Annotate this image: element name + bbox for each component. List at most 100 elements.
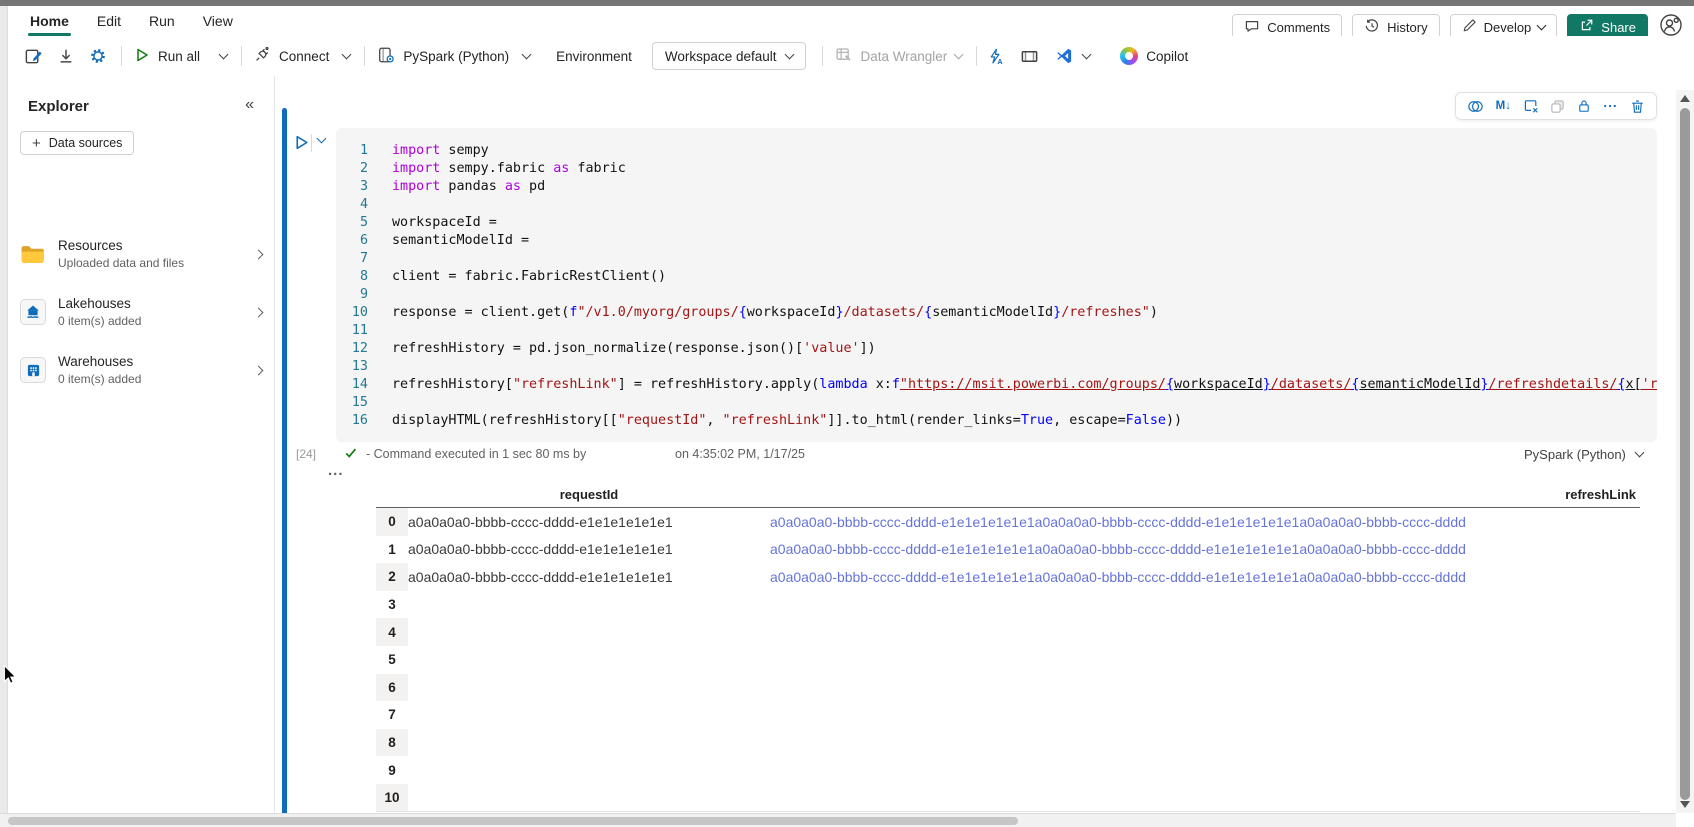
collapse-sidebar-icon[interactable]: « (245, 96, 254, 114)
lock-cell-icon[interactable] (1577, 99, 1591, 113)
line-number: 6 (359, 233, 368, 248)
code-line-11[interactable]: 11 (336, 322, 1657, 340)
code-line-14[interactable]: 14 refreshHistory["refreshLink"] = refres… (336, 376, 1657, 394)
tab-home[interactable]: Home (16, 6, 83, 36)
run-all-button[interactable]: Run all (134, 47, 229, 66)
more-options-icon[interactable] (1602, 98, 1618, 114)
export-icon[interactable] (24, 47, 43, 66)
tab-edit[interactable]: Edit (83, 6, 135, 36)
row-index: 3 (388, 597, 396, 613)
refresh-link-cell (770, 756, 1640, 784)
code-line-5[interactable]: 5 workspaceId = (336, 214, 1657, 232)
refresh-link[interactable]: a0a0a0a0-bbbb-cccc-dddd-e1e1e1e1e1e1a0a0… (770, 514, 1466, 530)
data-wrangler-icon (835, 46, 852, 66)
markdown-convert-icon[interactable]: M↓ (1496, 100, 1511, 112)
output-row-5: 5 (376, 646, 1640, 674)
notebook-language-icon (377, 46, 395, 67)
cell-toolbar: M↓ (1455, 92, 1657, 120)
data-wrangler-button[interactable]: Data Wrangler (835, 46, 964, 66)
resources-texts: Resources Uploaded data and files (50, 238, 255, 270)
share-icon (1579, 18, 1594, 36)
copilot-button[interactable]: Copilot (1120, 47, 1188, 65)
line-number: 3 (359, 179, 368, 194)
refresh-link-cell (770, 674, 1640, 702)
download-icon[interactable] (57, 47, 75, 65)
divider (364, 46, 366, 66)
code-line-9[interactable]: 9 (336, 286, 1657, 304)
output-row-3: 3 (376, 591, 1640, 619)
sidebar-item-warehouses[interactable]: Warehouses 0 item(s) added (20, 346, 264, 394)
language-picker-button[interactable]: PySpark (Python) (377, 46, 532, 67)
duplicate-icon[interactable] (1550, 99, 1565, 114)
output-more-indicator[interactable]: ... (328, 462, 344, 479)
scroll-down-arrow-icon[interactable] (1680, 801, 1690, 808)
tab-run[interactable]: Run (135, 6, 189, 36)
cell-language-selector[interactable]: PySpark (Python) (1524, 447, 1645, 462)
vertical-scrollbar-thumb[interactable] (1680, 108, 1690, 800)
line-number: 16 (351, 413, 368, 428)
code-line-8[interactable]: 8 client = fabric.FabricRestClient() (336, 268, 1657, 286)
language-label: PySpark (Python) (403, 48, 510, 64)
request-id-cell (408, 646, 770, 674)
sidebar-item-resources[interactable]: Resources Uploaded data and files (20, 230, 264, 278)
line-number: 8 (359, 269, 368, 284)
request-id-cell: a0a0a0a0-bbbb-cccc-dddd-e1e1e1e1e1e1 (408, 568, 673, 585)
copilot-cell-icon[interactable] (1467, 98, 1484, 115)
run-cell-button[interactable] (293, 134, 310, 156)
pencil-icon (1462, 18, 1477, 36)
output-row-7: 7 (376, 701, 1640, 729)
line-number: 9 (359, 287, 368, 302)
code-line-6[interactable]: 6 semanticModelId = (336, 232, 1657, 250)
code-line-16[interactable]: 16 displayHTML(refreshHistory[["requestId… (336, 412, 1657, 430)
code-line-15[interactable]: 15 (336, 394, 1657, 412)
code-line-10[interactable]: 10 response = client.get(f"/v1.0/myorg/gr… (336, 304, 1657, 322)
cell-collapse-chevron-icon[interactable] (316, 133, 327, 144)
request-id-cell (408, 756, 770, 784)
delete-cell-icon[interactable] (1630, 99, 1645, 114)
explorer-sidebar: Explorer « + Data sources Resources Uplo… (8, 76, 275, 813)
sidebar-item-lakehouses[interactable]: Lakehouses 0 item(s) added (20, 288, 264, 336)
execution-count: [24] (296, 447, 317, 461)
settings-gear-icon[interactable] (89, 47, 107, 65)
chevron-down-icon[interactable] (218, 49, 229, 59)
code-line-1[interactable]: 1 import sempy (336, 142, 1657, 160)
code-line-4[interactable]: 4 (336, 196, 1657, 214)
environment-label[interactable]: Environment (556, 49, 632, 64)
refresh-link[interactable]: a0a0a0a0-bbbb-cccc-dddd-e1e1e1e1e1e1a0a0… (770, 569, 1466, 585)
horizontal-scrollbar-thumb[interactable] (8, 817, 1018, 825)
code-line-3[interactable]: 3 import pandas as pd (336, 178, 1657, 196)
refresh-link-cell (770, 591, 1640, 619)
vscode-icon[interactable] (1055, 47, 1073, 65)
success-check-icon (344, 446, 358, 465)
connect-button[interactable]: Connect (254, 46, 352, 66)
code-line-13[interactable]: 13 (336, 358, 1657, 376)
chevron-down-icon[interactable] (1081, 49, 1092, 59)
horizontal-scrollbar[interactable] (0, 813, 1676, 827)
workspace-selector-label: Workspace default (664, 48, 777, 64)
workspace-selector[interactable]: Workspace default (651, 42, 807, 70)
code-line-12[interactable]: 12 refreshHistory = pd.json_normalize(res… (336, 340, 1657, 358)
output-row-2: 2 a0a0a0a0-bbbb-cccc-dddd-e1e1e1e1e1e1 a0a… (376, 563, 1640, 591)
history-label: History (1387, 19, 1428, 35)
add-data-sources-button[interactable]: + Data sources (20, 131, 135, 155)
data-wrangler-label: Data Wrangler (860, 48, 948, 64)
code-text: import pandas as pd (392, 179, 546, 194)
clear-output-icon[interactable] (1523, 98, 1539, 114)
code-line-2[interactable]: 2 import sempy.fabric as fabric (336, 160, 1657, 178)
code-editor[interactable]: 1 import sempy 2 import sempy.fabric as fab… (336, 128, 1657, 442)
notebook-toolbar: Run all Connect PySpark (Python) Environ… (8, 36, 1694, 76)
tab-view[interactable]: View (189, 6, 247, 36)
chevron-right-icon (253, 307, 264, 317)
request-id-cell: a0a0a0a0-bbbb-cccc-dddd-e1e1e1e1e1e1 (408, 541, 673, 558)
code-text: client = fabric.FabricRestClient() (392, 269, 667, 284)
ai-run-icon[interactable]: A (987, 48, 1004, 65)
vertical-scrollbar[interactable] (1676, 90, 1694, 813)
code-line-7[interactable]: 7 (336, 250, 1657, 268)
divider (976, 46, 978, 66)
refresh-link-cell (770, 646, 1640, 674)
refresh-link[interactable]: a0a0a0a0-bbbb-cccc-dddd-e1e1e1e1e1e1a0a0… (770, 541, 1466, 557)
scroll-up-arrow-icon[interactable] (1680, 95, 1690, 102)
frame-icon[interactable] (1020, 47, 1039, 66)
